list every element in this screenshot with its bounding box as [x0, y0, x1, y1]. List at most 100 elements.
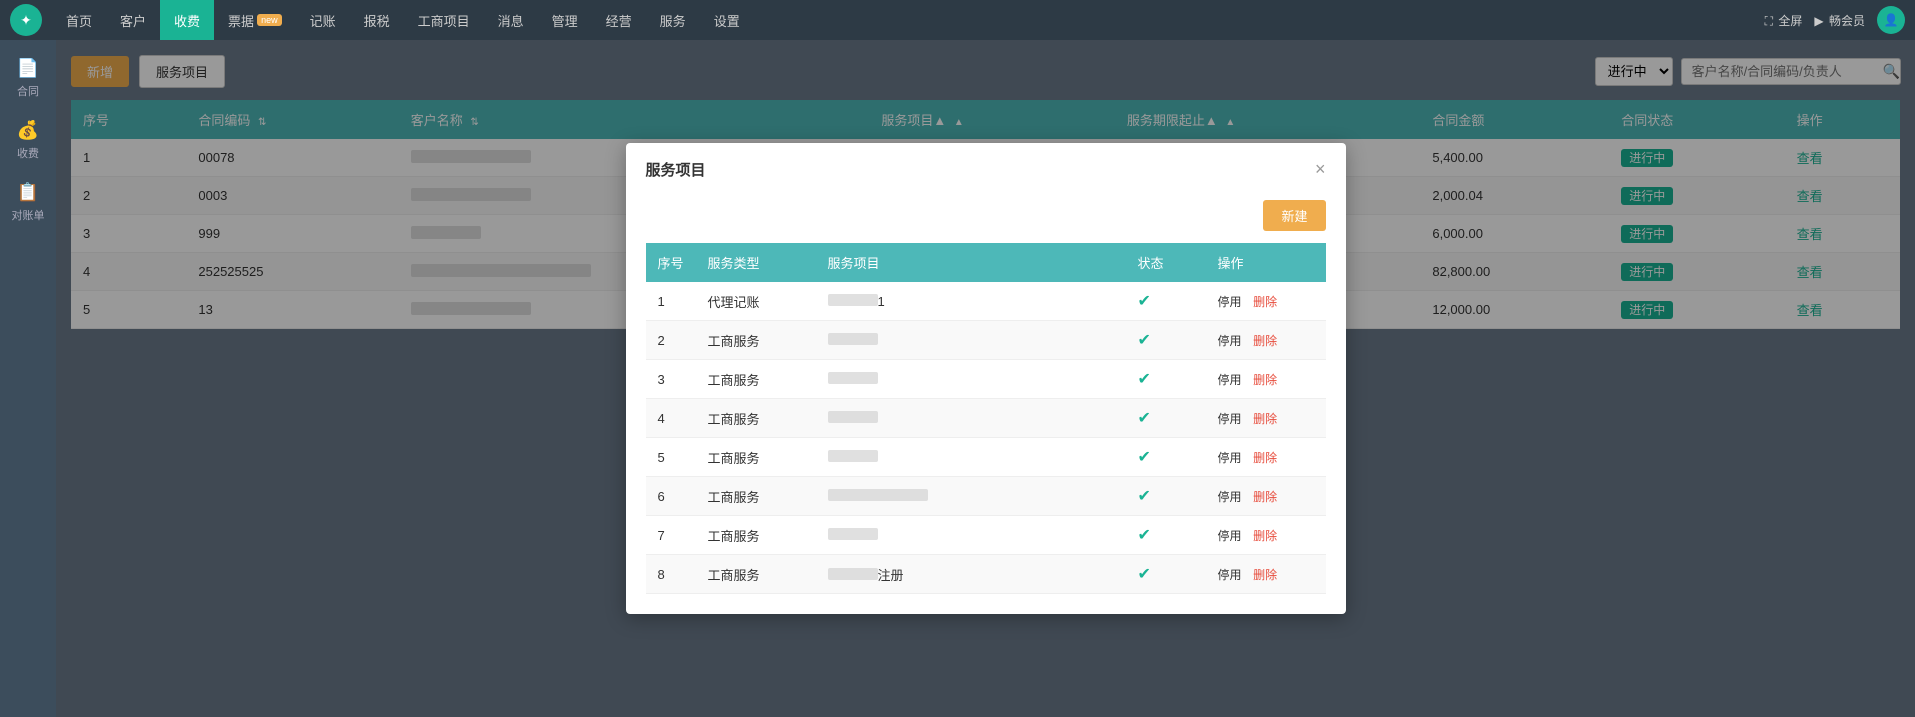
modal-table-row: 3 工商服务 ✔ 停用 删除	[646, 360, 1326, 399]
modal-close-button[interactable]: ×	[1315, 159, 1326, 180]
delete-button-6[interactable]: 删除	[1253, 490, 1277, 504]
modal-row-seq: 1	[646, 282, 696, 321]
modal-row-status: ✔	[1126, 360, 1206, 399]
modal-row-actions: 停用 删除	[1206, 477, 1326, 516]
top-nav-right: ⛶ 全屏 ▶ 畅会员 👤	[1765, 6, 1905, 34]
delete-button-2[interactable]: 删除	[1253, 334, 1277, 348]
modal-new-button[interactable]: 新建	[1263, 200, 1325, 231]
modal-row-seq: 2	[646, 321, 696, 360]
modal-row-status: ✔	[1126, 399, 1206, 438]
modal-toolbar: 新建	[646, 200, 1326, 231]
nav-bookkeeping[interactable]: 记账	[296, 0, 350, 40]
modal-row-type: 工商服务	[696, 555, 816, 594]
membership-label[interactable]: ▶ 畅会员	[1814, 12, 1865, 29]
reconciliation-icon: 📋	[17, 182, 39, 203]
modal-row-item	[816, 516, 1126, 555]
nav-settings[interactable]: 设置	[700, 0, 754, 40]
modal-row-item	[816, 477, 1126, 516]
modal-col-type: 服务类型	[696, 243, 816, 282]
delete-button-3[interactable]: 删除	[1253, 373, 1277, 387]
fees-icon: 💰	[17, 120, 39, 141]
contract-icon: 📄	[17, 58, 39, 79]
modal-row-actions: 停用 删除	[1206, 282, 1326, 321]
stop-button-1[interactable]: 停用	[1218, 295, 1242, 309]
modal-table-row: 8 工商服务 注册 ✔ 停用 删除	[646, 555, 1326, 594]
modal-col-status: 状态	[1126, 243, 1206, 282]
nav-invoice[interactable]: 票据 new	[214, 0, 296, 40]
stop-button-6[interactable]: 停用	[1218, 490, 1242, 504]
modal-row-status: ✔	[1126, 555, 1206, 594]
sidebar-item-contract[interactable]: 📄 合同	[3, 50, 53, 107]
modal-col-seq: 序号	[646, 243, 696, 282]
top-nav: ✦ 首页 客户 收费 票据 new 记账 报税 工商项目 消息 管理 经营 服务…	[0, 0, 1915, 40]
modal-row-type: 工商服务	[696, 477, 816, 516]
delete-button-4[interactable]: 删除	[1253, 412, 1277, 426]
avatar-icon: 👤	[1884, 13, 1899, 27]
nav-home[interactable]: 首页	[52, 0, 106, 40]
modal-title: 服务项目	[646, 159, 706, 180]
modal-table-row: 4 工商服务 ✔ 停用 删除	[646, 399, 1326, 438]
fullscreen-label[interactable]: ⛶ 全屏	[1765, 12, 1803, 29]
membership-icon: ▶	[1814, 14, 1823, 28]
service-items-modal: 服务项目 × 新建 序号 服务类型 服务项目	[626, 143, 1346, 614]
modal-row-type: 工商服务	[696, 360, 816, 399]
modal-row-item	[816, 438, 1126, 477]
modal-row-item	[816, 321, 1126, 360]
modal-table-row: 7 工商服务 ✔ 停用 删除	[646, 516, 1326, 555]
stop-button-8[interactable]: 停用	[1218, 568, 1242, 582]
delete-button-7[interactable]: 删除	[1253, 529, 1277, 543]
modal-row-status: ✔	[1126, 321, 1206, 360]
nav-industrial[interactable]: 工商项目	[404, 0, 484, 40]
modal-table-row: 2 工商服务 ✔ 停用 删除	[646, 321, 1326, 360]
modal-row-item: 1	[816, 282, 1126, 321]
delete-button-1[interactable]: 删除	[1253, 295, 1277, 309]
logo-icon: ✦	[20, 12, 32, 29]
modal-row-actions: 停用 删除	[1206, 321, 1326, 360]
modal-table-row: 6 工商服务 ✔ 停用 删除	[646, 477, 1326, 516]
nav-tax[interactable]: 报税	[350, 0, 404, 40]
modal-row-seq: 3	[646, 360, 696, 399]
nav-service[interactable]: 服务	[646, 0, 700, 40]
main-layout: 📄 合同 💰 收费 📋 对账单 新增 服务项目 进行中 已完成 已终止 🔍	[0, 40, 1915, 717]
nav-fees[interactable]: 收费	[160, 0, 214, 40]
service-items-table: 序号 服务类型 服务项目 状态 操作 1	[646, 243, 1326, 594]
sidebar-item-fees[interactable]: 💰 收费	[3, 112, 53, 169]
stop-button-2[interactable]: 停用	[1218, 334, 1242, 348]
stop-button-7[interactable]: 停用	[1218, 529, 1242, 543]
nav-message[interactable]: 消息	[484, 0, 538, 40]
modal-row-type: 工商服务	[696, 321, 816, 360]
modal-row-type: 工商服务	[696, 399, 816, 438]
modal-col-action: 操作	[1206, 243, 1326, 282]
delete-button-5[interactable]: 删除	[1253, 451, 1277, 465]
modal-row-status: ✔	[1126, 282, 1206, 321]
app-logo: ✦	[10, 4, 42, 36]
nav-items: 首页 客户 收费 票据 new 记账 报税 工商项目 消息 管理 经营 服务 设…	[52, 0, 754, 40]
modal-row-seq: 4	[646, 399, 696, 438]
modal-table-row: 1 代理记账 1 ✔ 停用 删除	[646, 282, 1326, 321]
modal-row-seq: 6	[646, 477, 696, 516]
modal-row-seq: 5	[646, 438, 696, 477]
modal-scroll-area[interactable]: 序号 服务类型 服务项目 状态 操作 1	[646, 243, 1326, 594]
delete-button-8[interactable]: 删除	[1253, 568, 1277, 582]
modal-row-item	[816, 399, 1126, 438]
modal-row-item	[816, 360, 1126, 399]
modal-row-type: 工商服务	[696, 438, 816, 477]
nav-operation[interactable]: 经营	[592, 0, 646, 40]
content-area: 新增 服务项目 进行中 已完成 已终止 🔍 序号 合同编码 ⇅ 客户名称 ⇅ 服…	[56, 40, 1915, 717]
modal-header: 服务项目 ×	[626, 143, 1346, 190]
stop-button-3[interactable]: 停用	[1218, 373, 1242, 387]
stop-button-4[interactable]: 停用	[1218, 412, 1242, 426]
modal-table-row: 5 工商服务 ✔ 停用 删除	[646, 438, 1326, 477]
nav-customer[interactable]: 客户	[106, 0, 160, 40]
modal-row-type: 工商服务	[696, 516, 816, 555]
modal-row-actions: 停用 删除	[1206, 516, 1326, 555]
modal-col-item: 服务项目	[816, 243, 1126, 282]
user-avatar[interactable]: 👤	[1877, 6, 1905, 34]
modal-row-seq: 7	[646, 516, 696, 555]
sidebar-item-reconciliation[interactable]: 📋 对账单	[3, 174, 53, 231]
modal-row-status: ✔	[1126, 438, 1206, 477]
modal-row-seq: 8	[646, 555, 696, 594]
stop-button-5[interactable]: 停用	[1218, 451, 1242, 465]
modal-row-item: 注册	[816, 555, 1126, 594]
nav-manage[interactable]: 管理	[538, 0, 592, 40]
